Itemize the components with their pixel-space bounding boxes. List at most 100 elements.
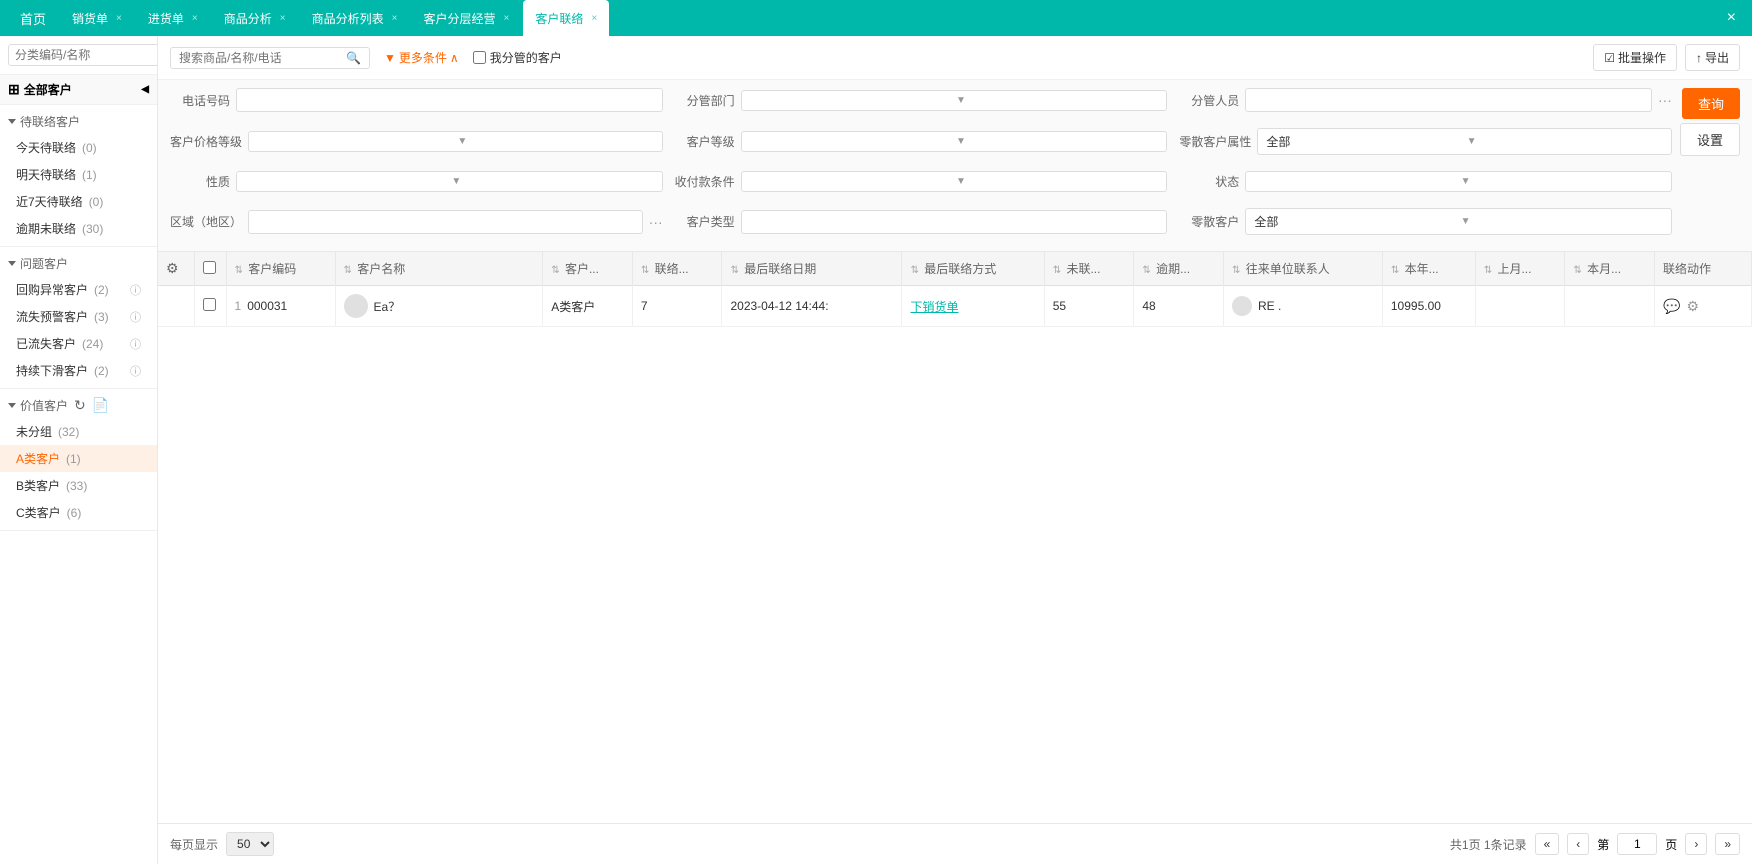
close-product-analysis-icon[interactable]: ×: [280, 13, 286, 24]
contact-action-icon[interactable]: 💬: [1663, 298, 1680, 315]
th-contact-person[interactable]: ⇅ 往来单位联系人: [1224, 252, 1383, 286]
sidebar-item-churned[interactable]: 已流失客户 (24) ⓘ: [0, 330, 157, 357]
filter-field-dept: 分管部门 ▼: [675, 90, 1168, 111]
filter-field-region: 区域（地区） ···: [170, 210, 663, 234]
filter-row-3: 性质 ▼ 收付款条件 ▼: [170, 171, 1672, 192]
th-overdue[interactable]: ⇅ 逾期...: [1134, 252, 1224, 286]
sidebar-item-churn-warning[interactable]: 流失预警客户 (3) ⓘ: [0, 303, 157, 330]
sidebar-item-today-pending[interactable]: 今天待联络 (0): [0, 134, 157, 161]
next-page-button[interactable]: ›: [1685, 833, 1707, 855]
sidebar-item-c-class[interactable]: C类客户 (6): [0, 499, 157, 526]
sidebar-item-a-class[interactable]: A类客户 (1): [0, 445, 157, 472]
filter-input-region[interactable]: [248, 210, 643, 234]
filter-select-cust-level[interactable]: ▼: [741, 131, 1168, 152]
row-num-code-cell: 1 000031: [226, 286, 335, 327]
nav-tab-customer-segment[interactable]: 客户分层经营 ×: [411, 0, 521, 36]
row-last-contact-date-cell: 2023-04-12 14:44:: [722, 286, 902, 327]
filter-select-dept[interactable]: ▼: [741, 90, 1168, 111]
sidebar-item-declining[interactable]: 持续下滑客户 (2) ⓘ: [0, 357, 157, 384]
value-customers-header[interactable]: 价值客户 ↻ 📄: [0, 393, 157, 418]
th-last-month[interactable]: ⇅ 上月...: [1475, 252, 1565, 286]
th-last-contact-date[interactable]: ⇅ 最后联络日期: [722, 252, 902, 286]
th-this-year[interactable]: ⇅ 本年...: [1382, 252, 1475, 286]
nav-tab-purchaseorder[interactable]: 进货单 ×: [136, 0, 210, 36]
row-checkbox[interactable]: [203, 298, 216, 311]
row-last-contact-method-cell: 下销货单: [902, 286, 1044, 327]
select-all-checkbox[interactable]: [203, 261, 216, 274]
filter-select-nature[interactable]: ▼: [236, 171, 663, 192]
page-size-select[interactable]: 50: [226, 832, 274, 856]
main-search-input[interactable]: [179, 51, 342, 65]
more-filter-button[interactable]: ▼ 更多条件 ∧: [378, 46, 465, 69]
th-cust-type[interactable]: ⇅ 客户...: [543, 252, 633, 286]
row-action-cell: 💬 ⚙: [1655, 286, 1752, 327]
window-close-button[interactable]: ×: [1719, 9, 1744, 27]
first-page-button[interactable]: «: [1535, 833, 1560, 855]
last-page-button[interactable]: »: [1715, 833, 1740, 855]
batch-operation-button[interactable]: ☑ 批量操作: [1593, 44, 1677, 71]
main-search-icon[interactable]: 🔍: [346, 51, 361, 65]
filter-select-price-level[interactable]: ▼: [248, 131, 663, 152]
pending-customers-header[interactable]: 待联络客户: [0, 109, 157, 134]
close-purchaseorder-icon[interactable]: ×: [192, 13, 198, 24]
th-this-month[interactable]: ⇅ 本月...: [1565, 252, 1655, 286]
sidebar-item-ungrouped[interactable]: 未分组 (32): [0, 418, 157, 445]
filter-field-price-level: 客户价格等级 ▼: [170, 131, 663, 152]
filter-select-retail-cust[interactable]: 全部 ▼: [1245, 208, 1672, 235]
filter-field-nature: 性质 ▼: [170, 171, 663, 192]
sidebar-item-b-class[interactable]: B类客户 (33): [0, 472, 157, 499]
row-gear-cell: [158, 286, 194, 327]
sidebar-item-tomorrow-pending[interactable]: 明天待联络 (1): [0, 161, 157, 188]
more-action-icon[interactable]: ⚙: [1686, 298, 1699, 315]
page-number-input[interactable]: [1617, 833, 1657, 855]
filter-input-phone[interactable]: [236, 88, 663, 112]
sidebar-item-overdue-pending[interactable]: 逾期未联络 (30): [0, 215, 157, 242]
nav-tab-product-analysis[interactable]: 商品分析 ×: [212, 0, 298, 36]
refresh-icon[interactable]: ↻: [74, 397, 86, 414]
nav-home[interactable]: 首页: [8, 9, 58, 28]
all-customers-header[interactable]: ⊞ 全部客户 ◀: [0, 75, 157, 105]
filter-select-retail-attr[interactable]: 全部 ▼: [1257, 128, 1672, 155]
sidebar-search-input[interactable]: [8, 44, 158, 66]
page-label: 第: [1597, 836, 1609, 853]
person-more-icon[interactable]: ···: [1658, 92, 1672, 108]
value-triangle-icon: [8, 403, 16, 408]
th-last-contact-method[interactable]: ⇅ 最后联络方式: [902, 252, 1044, 286]
sort-last-method-icon: ⇅: [910, 265, 918, 276]
my-customer-checkbox[interactable]: [473, 51, 486, 64]
filter-input-cust-type[interactable]: [741, 210, 1168, 234]
sidebar-item-repurchase-abnormal[interactable]: 回购异常客户 (2) ⓘ: [0, 276, 157, 303]
table-settings-icon[interactable]: ⚙: [166, 260, 179, 276]
filter-select-payment[interactable]: ▼: [741, 171, 1168, 192]
filter-input-person[interactable]: [1245, 88, 1652, 112]
setting-button[interactable]: 设置: [1680, 123, 1740, 156]
th-name[interactable]: ⇅ 客户名称: [335, 252, 543, 286]
pagination-bar: 每页显示 50 共1页 1条记录 « ‹ 第 页 › »: [158, 823, 1752, 864]
close-product-analysis-list-icon[interactable]: ×: [392, 13, 398, 24]
filter-field-phone: 电话号码: [170, 88, 663, 112]
filter-row-4: 区域（地区） ··· 客户类型 零散客户 全部 ▼: [170, 208, 1672, 235]
add-group-icon[interactable]: 📄: [92, 397, 109, 414]
region-more-icon[interactable]: ···: [649, 214, 663, 230]
problem-customers-header[interactable]: 问题客户: [0, 251, 157, 276]
th-not-contacted[interactable]: ⇅ 未联...: [1044, 252, 1134, 286]
my-customer-checkbox-label[interactable]: 我分管的客户: [473, 49, 562, 66]
nav-tab-product-analysis-list[interactable]: 商品分析列表 ×: [300, 0, 410, 36]
th-contact-count[interactable]: ⇅ 联络...: [632, 252, 722, 286]
close-customer-contact-icon[interactable]: ×: [591, 13, 597, 24]
sidebar-item-7days-pending[interactable]: 近7天待联络 (0): [0, 188, 157, 215]
nav-tab-salesorder[interactable]: 销货单 ×: [60, 0, 134, 36]
table-body: 1 000031 Ea？: [158, 286, 1752, 327]
filter-select-status[interactable]: ▼: [1245, 171, 1672, 192]
filter-field-cust-level: 客户等级 ▼: [675, 131, 1168, 152]
nav-tab-customer-contact[interactable]: 客户联络 ×: [523, 0, 609, 36]
th-code[interactable]: ⇅ 客户编码: [226, 252, 335, 286]
query-button[interactable]: 查询: [1682, 88, 1740, 119]
sort-cust-type-icon: ⇅: [551, 265, 559, 276]
row-last-contact-method[interactable]: 下销货单: [910, 300, 958, 314]
export-button[interactable]: ↑ 导出: [1685, 44, 1740, 71]
filter-label-nature: 性质: [170, 173, 230, 190]
close-customer-segment-icon[interactable]: ×: [503, 13, 509, 24]
close-salesorder-icon[interactable]: ×: [116, 13, 122, 24]
prev-page-button[interactable]: ‹: [1567, 833, 1589, 855]
